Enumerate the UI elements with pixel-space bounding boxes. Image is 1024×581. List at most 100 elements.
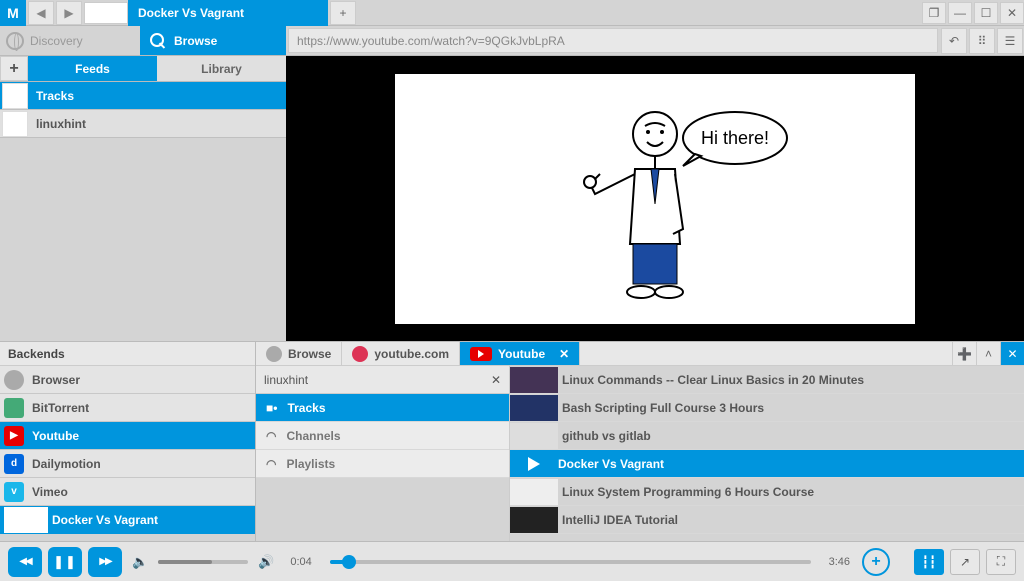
backends-panel: Backends Browser BitTorrent ▶Youtube dDa… (0, 342, 256, 541)
feed-item-linuxhint[interactable]: linuxhint (0, 110, 286, 138)
nav-back-button[interactable]: ◀ (28, 1, 54, 25)
video-player[interactable]: Hi there! (286, 56, 1024, 341)
add-tab-button[interactable]: + (330, 1, 356, 25)
discovery-label: Discovery (0, 26, 140, 55)
globe-icon (4, 370, 24, 390)
feed-item-tracks[interactable]: Tracks (0, 82, 286, 110)
track-row[interactable]: github vs gitlab (510, 422, 1024, 450)
feed-thumbnail (2, 83, 28, 109)
time-duration: 3:46 (823, 556, 856, 568)
tab-library[interactable]: Library (157, 56, 286, 81)
btab-browse[interactable]: Browse (256, 342, 342, 365)
search-value: linuxhint (264, 373, 308, 387)
window-close-button[interactable]: ✕ (1000, 2, 1024, 24)
discovery-text: Discovery (30, 34, 83, 48)
add-to-playlist-button[interactable]: + (862, 548, 890, 576)
backend-bittorrent[interactable]: BitTorrent (0, 394, 255, 422)
cat-tracks[interactable]: ■•Tracks (256, 394, 509, 422)
next-button[interactable] (88, 547, 122, 577)
window-popout-button[interactable]: ❐ (922, 2, 946, 24)
track-label: Docker Vs Vagrant (558, 457, 664, 471)
search-icon (150, 33, 166, 49)
backend-browser[interactable]: Browser (0, 366, 255, 394)
youtube-icon: ▶ (4, 426, 24, 446)
window-minimize-button[interactable]: — (948, 2, 972, 24)
add-feed-button[interactable]: + (0, 56, 28, 81)
video-frame: Hi there! (395, 74, 915, 324)
backend-youtube[interactable]: ▶ Youtube (0, 422, 255, 450)
nav-forward-button[interactable]: ▶ (56, 1, 82, 25)
fullscreen-button[interactable]: ⛶ (986, 549, 1016, 575)
seek-knob[interactable] (342, 555, 356, 569)
browse-button[interactable]: Browse (140, 26, 286, 55)
rss-icon: ◠ (266, 457, 276, 471)
feed-label: Tracks (30, 89, 74, 103)
track-label: Linux Commands -- Clear Linux Basics in … (562, 373, 864, 387)
btab-youtube[interactable]: Youtube ✕ (460, 342, 580, 365)
titlebar: M ◀ ▶ Docker Vs Vagrant + ❐ — ☐ ✕ (0, 0, 1024, 26)
current-tab[interactable]: Docker Vs Vagrant (128, 0, 328, 26)
cat-label: Playlists (286, 457, 335, 471)
reload-button[interactable]: ↶ (941, 28, 967, 54)
prev-button[interactable] (8, 547, 42, 577)
browse-pane: Browse youtube.com Youtube ✕ ➕ ˄ ✕ linuxh… (256, 342, 1024, 541)
track-thumbnail (510, 395, 558, 421)
globe-icon (266, 346, 282, 362)
browse-label: Browse (174, 34, 217, 48)
play-icon (510, 457, 558, 471)
playback-bar: 🔈 🔊 0:04 3:46 + ┇┇ ↗ ⛶ (0, 541, 1024, 581)
track-list: Linux Commands -- Clear Linux Basics in … (510, 366, 1024, 541)
btab-label: Youtube (498, 347, 545, 361)
close-pane-button[interactable]: ✕ (1000, 342, 1024, 365)
vimeo-icon: v (4, 482, 24, 502)
backend-label: Dailymotion (32, 457, 101, 471)
search-row[interactable]: linuxhint ✕ (256, 366, 509, 394)
url-bar[interactable]: https://www.youtube.com/watch?v=9QGkJvbL… (288, 28, 938, 53)
add-button[interactable]: ➕ (952, 342, 976, 365)
nav-bar: Discovery Browse https://www.youtube.com… (0, 26, 1024, 56)
btab-label: Browse (288, 347, 331, 361)
btab-youtube-com[interactable]: youtube.com (342, 342, 460, 365)
volume-low-icon: 🔈 (128, 554, 152, 570)
track-thumbnail (510, 479, 558, 505)
track-label: IntelliJ IDEA Tutorial (562, 513, 678, 527)
time-current: 0:04 (284, 556, 317, 568)
backend-label: BitTorrent (32, 401, 89, 415)
cat-playlists[interactable]: ◠ Playlists (256, 450, 509, 478)
volume-slider[interactable] (158, 560, 248, 564)
grid-view-button[interactable]: ⠿ (969, 28, 995, 54)
backend-label: Vimeo (32, 485, 68, 499)
feed-label: linuxhint (30, 117, 86, 131)
track-row-active[interactable]: Docker Vs Vagrant (510, 450, 1024, 478)
track-row[interactable]: IntelliJ IDEA Tutorial (510, 506, 1024, 534)
backend-vimeo[interactable]: v Vimeo (0, 478, 255, 506)
tab-feeds[interactable]: Feeds (28, 56, 157, 81)
list-view-button[interactable]: ☰ (997, 28, 1023, 54)
cat-channels[interactable]: ◠Channels (256, 422, 509, 450)
track-thumbnail (510, 423, 558, 449)
backend-label: Youtube (32, 429, 79, 443)
close-icon[interactable]: ✕ (559, 347, 569, 361)
dailymotion-icon: d (4, 454, 24, 474)
track-row[interactable]: Linux System Programming 6 Hours Course (510, 478, 1024, 506)
duckduckgo-icon (352, 346, 368, 362)
feed-thumbnail (2, 111, 28, 137)
track-row[interactable]: Bash Scripting Full Course 3 Hours (510, 394, 1024, 422)
collapse-button[interactable]: ˄ (976, 342, 1000, 365)
pause-button[interactable] (48, 547, 82, 577)
tab-thumbnail (84, 2, 128, 24)
volume-high-icon: 🔊 (254, 554, 278, 570)
now-playing[interactable]: Docker Vs Vagrant (0, 506, 255, 534)
clear-search-icon[interactable]: ✕ (491, 373, 501, 387)
track-thumbnail (510, 507, 558, 533)
share-button[interactable]: ↗ (950, 549, 980, 575)
backend-dailymotion[interactable]: d Dailymotion (0, 450, 255, 478)
equalizer-button[interactable]: ┇┇ (914, 549, 944, 575)
window-maximize-button[interactable]: ☐ (974, 2, 998, 24)
track-row[interactable]: Linux Commands -- Clear Linux Basics in … (510, 366, 1024, 394)
cat-label: Tracks (287, 401, 325, 415)
track-thumbnail (510, 367, 558, 393)
seek-bar[interactable] (330, 560, 811, 564)
track-label: Bash Scripting Full Course 3 Hours (562, 401, 764, 415)
track-label: Linux System Programming 6 Hours Course (562, 485, 814, 499)
